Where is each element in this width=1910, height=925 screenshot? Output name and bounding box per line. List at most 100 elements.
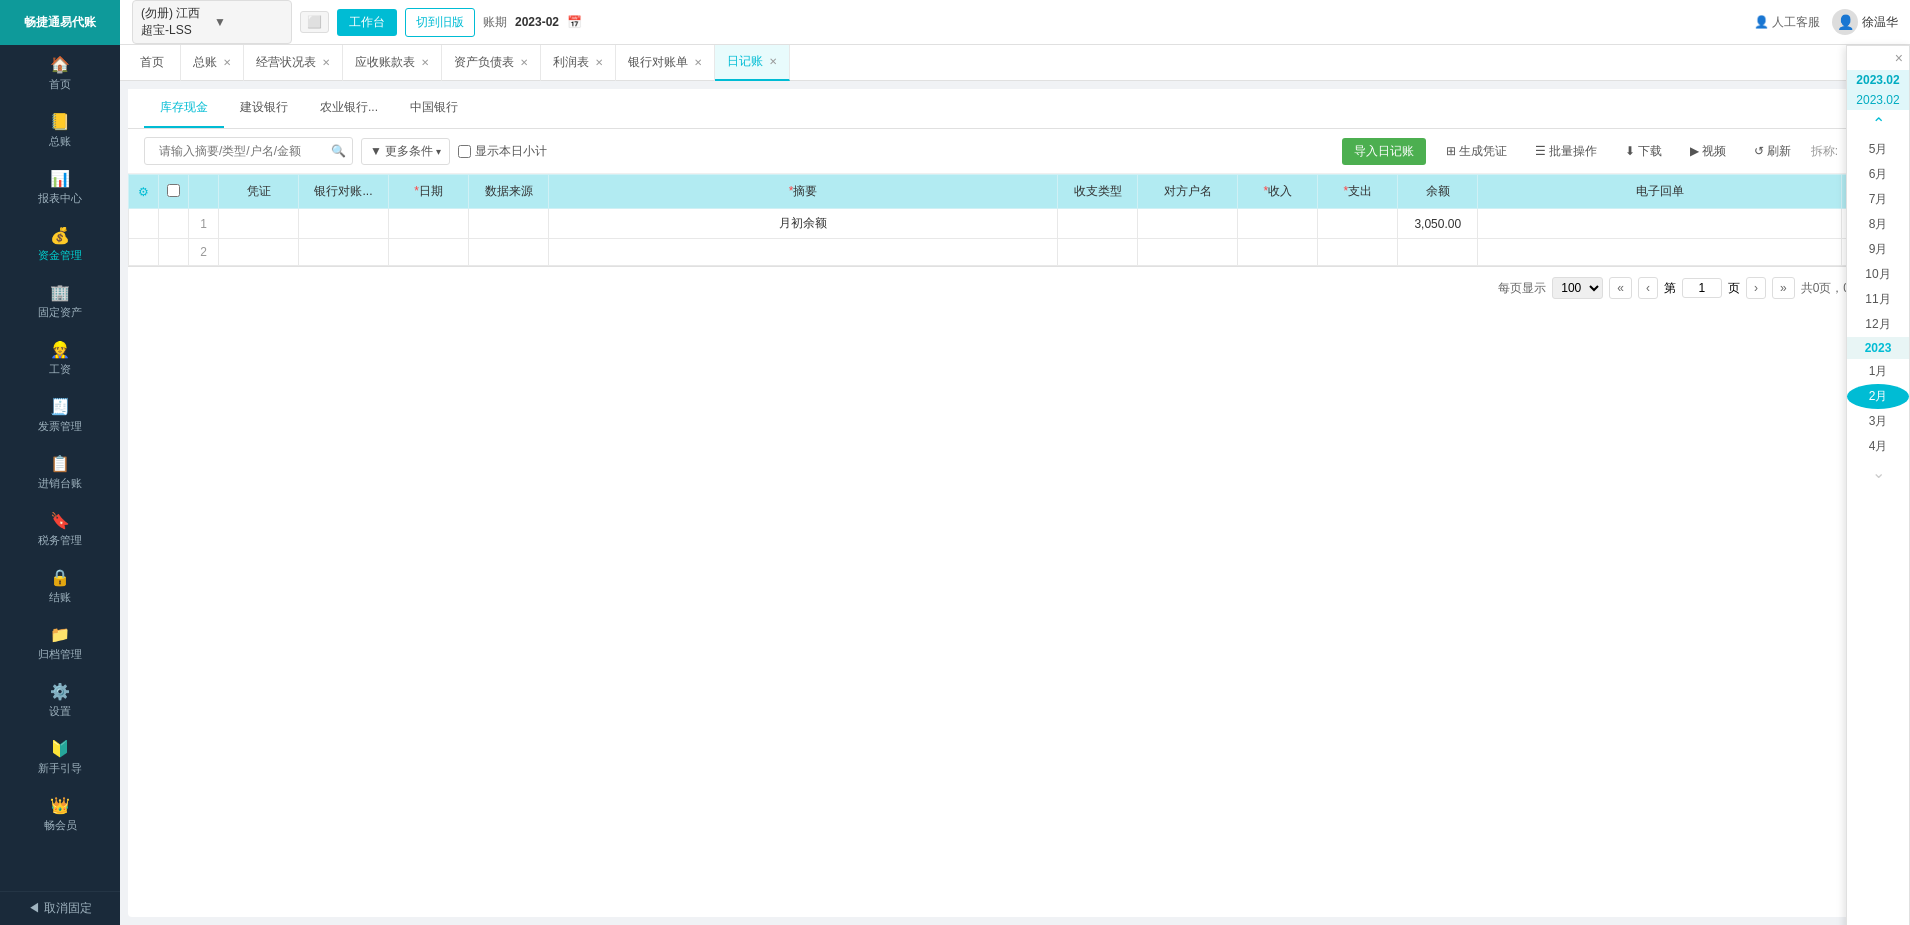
service-button[interactable]: 👤 人工客服 [1754,14,1820,31]
date-month-6[interactable]: 6月 [1847,162,1909,187]
tab-receivable-close[interactable]: ✕ [421,57,429,68]
date-month-5[interactable]: 5月 [1847,137,1909,162]
col-settings[interactable]: ⚙ [129,175,159,209]
refresh-button[interactable]: ↺ 刷新 [1746,139,1799,164]
filter-button[interactable]: ▼ 更多条件 ▾ [361,138,450,165]
tab-bank-reconcile-close[interactable]: ✕ [694,57,702,68]
tab-assets-liab-close[interactable]: ✕ [520,57,528,68]
per-page-select[interactable]: 100 50 200 [1552,277,1603,299]
workspace-button[interactable]: 工作台 [337,9,397,36]
show-subtotal-toggle[interactable]: 显示本日小计 [458,143,547,160]
sidebar-item-member[interactable]: 👑 畅会员 [0,786,120,843]
sub-tab-cash[interactable]: 库存现金 [144,89,224,128]
video-icon: ▶ [1690,144,1699,158]
sidebar-item-archive[interactable]: 📁 归档管理 [0,615,120,672]
date-month-9[interactable]: 9月 [1847,237,1909,262]
date-month-11[interactable]: 11月 [1847,287,1909,312]
prev-page-button[interactable]: ‹ [1638,277,1658,299]
sidebar-item-closing[interactable]: 🔒 结账 [0,558,120,615]
date-month-2023-4[interactable]: 4月 [1847,434,1909,459]
cell-counterpart-2 [1138,239,1238,266]
tabs-bar: 首页 总账 ✕ 经营状况表 ✕ 应收账款表 ✕ 资产负债表 ✕ 利润表 ✕ [120,45,1910,81]
tab-home[interactable]: 首页 [124,45,181,81]
search-button[interactable]: 🔍 [331,144,346,158]
page-label-pre: 第 [1664,280,1676,297]
col-type: 收支类型 [1058,175,1138,209]
date-month-7[interactable]: 7月 [1847,187,1909,212]
copy-company-button[interactable]: ⬜ [300,11,329,33]
unpin-sidebar-button[interactable]: ◀ 取消固定 [0,891,120,925]
member-icon: 👑 [50,796,70,815]
tab-journal[interactable]: 日记账 ✕ [715,45,790,81]
date-month-12[interactable]: 12月 [1847,312,1909,337]
tab-assets-liab[interactable]: 资产负债表 ✕ [442,45,541,81]
date-month-2023-3[interactable]: 3月 [1847,409,1909,434]
cell-ebill-2 [1478,239,1842,266]
tab-journal-close[interactable]: ✕ [769,56,777,67]
sidebar-item-home[interactable]: 🏠 首页 [0,45,120,102]
table-row: 2 [129,239,1902,266]
date-top-item-2[interactable]: 2023.02 [1847,90,1909,110]
date-month-8[interactable]: 8月 [1847,212,1909,237]
date-top-item-1[interactable]: 2023.02 [1847,70,1909,90]
tab-ledger-close[interactable]: ✕ [223,57,231,68]
period-label: 账期 [483,14,507,31]
tab-biz-status[interactable]: 经营状况表 ✕ [244,45,343,81]
date-panel-close-button[interactable]: × [1895,50,1903,66]
company-selector[interactable]: (勿册) 江西超宝-LSS ▼ [132,0,292,44]
date-scroll-up-button[interactable]: ⌃ [1847,110,1909,137]
sidebar-item-reports[interactable]: 📊 报表中心 [0,159,120,216]
cell-summary-2 [549,239,1058,266]
tab-receivable[interactable]: 应收账款表 ✕ [343,45,442,81]
gen-voucher-icon: ⊞ [1446,144,1456,158]
tax-icon: 🔖 [50,511,70,530]
sidebar-item-tax[interactable]: 🔖 税务管理 [0,501,120,558]
tab-bank-reconcile[interactable]: 银行对账单 ✕ [616,45,715,81]
sub-tab-construction-bank[interactable]: 建设银行 [224,89,304,128]
date-scroll-down-button[interactable]: ⌄ [1847,459,1909,486]
sidebar-item-fixed-assets[interactable]: 🏢 固定资产 [0,273,120,330]
tab-ledger[interactable]: 总账 ✕ [181,45,244,81]
cell-income-1 [1238,209,1318,239]
search-input[interactable] [151,140,331,162]
video-button[interactable]: ▶ 视频 [1682,139,1734,164]
tab-biz-status-close[interactable]: ✕ [322,57,330,68]
gen-voucher-button[interactable]: ⊞ 生成凭证 [1438,139,1515,164]
sidebar-item-invoice[interactable]: 🧾 发票管理 [0,387,120,444]
sales-purchase-icon: 📋 [50,454,70,473]
cell-bank-2 [299,239,389,266]
sidebar-item-settings[interactable]: ⚙️ 设置 [0,672,120,729]
period-value: 2023-02 [515,15,559,29]
batch-button[interactable]: ☰ 批量操作 [1527,139,1605,164]
sidebar-item-newbie[interactable]: 🔰 新手引导 [0,729,120,786]
sidebar-item-payroll[interactable]: 👷 工资 [0,330,120,387]
sub-tab-agriculture-bank[interactable]: 农业银行... [304,89,394,128]
tab-profit-close[interactable]: ✕ [595,57,603,68]
date-month-2023-1[interactable]: 1月 [1847,359,1909,384]
calendar-icon[interactable]: 📅 [567,15,582,29]
import-journal-button[interactable]: 导入日记账 [1342,138,1426,165]
old-version-button[interactable]: 切到旧版 [405,8,475,37]
page-number-input[interactable] [1682,278,1722,298]
journal-panel: 库存现金 建设银行 农业银行... 中国银行 [128,89,1902,917]
show-subtotal-checkbox[interactable] [458,145,471,158]
cell-balance-1: 3,050.00 [1398,209,1478,239]
select-all-checkbox[interactable] [167,184,180,197]
cell-expense-2 [1318,239,1398,266]
sidebar-item-sales-purchase[interactable]: 📋 进销台账 [0,444,120,501]
user-info[interactable]: 👤 徐温华 [1832,9,1898,35]
tab-profit[interactable]: 利润表 ✕ [541,45,616,81]
next-page-button[interactable]: › [1746,277,1766,299]
last-page-button[interactable]: » [1772,277,1795,299]
journal-toolbar: 🔍 ▼ 更多条件 ▾ 显示本日小计 导入日记账 [128,129,1902,174]
sidebar-item-ledger[interactable]: 📒 总账 [0,102,120,159]
cell-income-2 [1238,239,1318,266]
table-settings-icon[interactable]: ⚙ [138,185,149,199]
sub-tab-china-bank[interactable]: 中国银行 [394,89,474,128]
download-button[interactable]: ⬇ 下载 [1617,139,1670,164]
first-page-button[interactable]: « [1609,277,1632,299]
user-name: 徐温华 [1862,14,1898,31]
date-month-10[interactable]: 10月 [1847,262,1909,287]
sidebar-item-assets-mgmt[interactable]: 💰 资金管理 [0,216,120,273]
date-month-2023-2[interactable]: 2月 [1847,384,1909,409]
